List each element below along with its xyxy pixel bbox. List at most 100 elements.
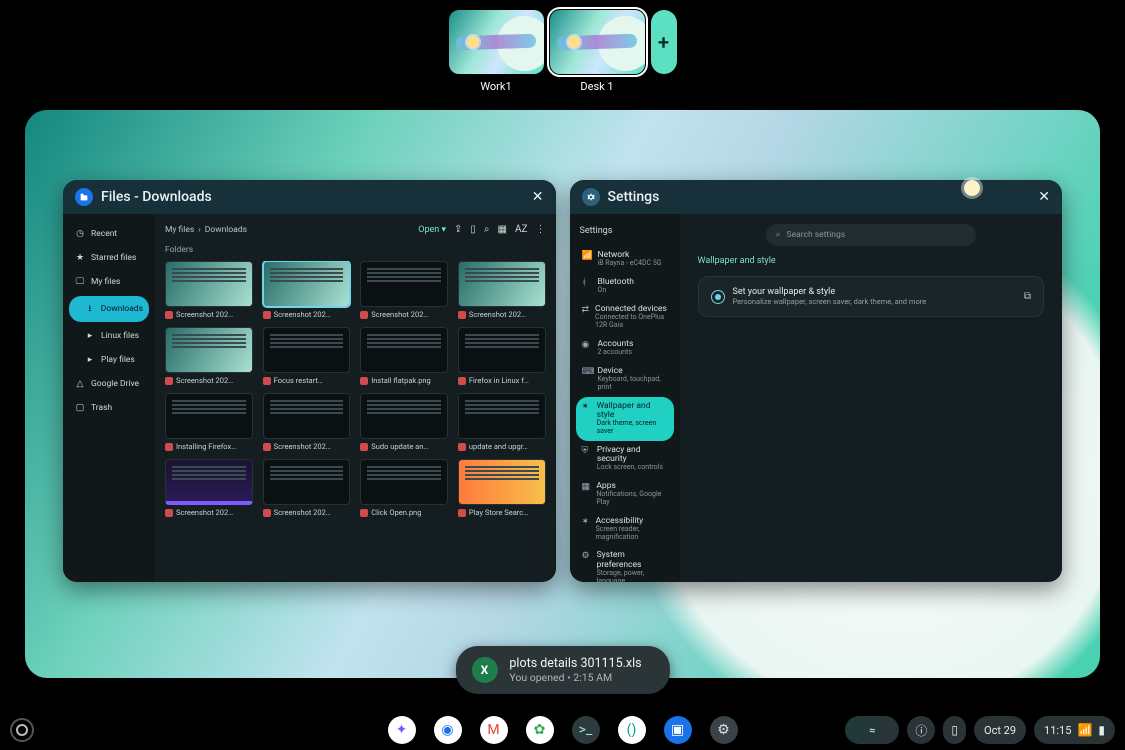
- terminal-icon[interactable]: >_: [572, 716, 600, 744]
- settings-item-system-preferences[interactable]: ⚙System preferencesStorage, power, langu…: [576, 546, 674, 582]
- sidebar-item-downloads[interactable]: ⭳Downloads: [69, 296, 149, 322]
- settings-item-sub: On: [598, 287, 634, 295]
- settings-item-privacy-and-security[interactable]: ⛨Privacy and securityLock screen, contro…: [576, 441, 674, 477]
- file-thumbnail: [458, 459, 546, 505]
- tray-info[interactable]: ⓘ: [907, 716, 935, 744]
- sidebar-item-recent[interactable]: ◷Recent: [69, 224, 149, 244]
- desk-thumb-1[interactable]: [550, 10, 645, 74]
- toast-filename: plots details 301115.xls: [509, 656, 641, 671]
- file-item[interactable]: Firefox in Linux f…: [458, 327, 546, 385]
- overview-workspace: Files - Downloads ✕ ◷Recent ★Starred file…: [25, 110, 1100, 678]
- external-icon: ⧉: [1024, 291, 1031, 302]
- search-icon[interactable]: ⌕: [484, 224, 490, 235]
- devices-icon: ⇄: [582, 305, 590, 330]
- chrome-icon[interactable]: ◉: [434, 716, 462, 744]
- sort-icon[interactable]: AZ: [515, 224, 528, 235]
- window-header[interactable]: Files - Downloads ✕: [63, 180, 556, 214]
- new-desk-button[interactable]: +: [651, 10, 677, 74]
- files-window[interactable]: Files - Downloads ✕ ◷Recent ★Starred file…: [63, 180, 556, 582]
- file-thumbnail: [360, 459, 448, 505]
- open-button[interactable]: Open ▾: [418, 225, 446, 235]
- settings-item-wallpaper-and-style[interactable]: ✴Wallpaper and styleDark theme, screen s…: [576, 397, 674, 441]
- close-icon[interactable]: ✕: [532, 189, 544, 205]
- image-icon: [360, 377, 368, 385]
- settings-item-device[interactable]: ⌨DeviceKeyboard, touchpad, print: [576, 362, 674, 397]
- photos-icon[interactable]: ✿: [526, 716, 554, 744]
- search-input[interactable]: ⌕ Search settings: [766, 224, 976, 246]
- settings-main: ⌕ Search settings Wallpaper and style Se…: [680, 214, 1063, 582]
- sidebar-item-my-files[interactable]: 🖵My files: [69, 272, 149, 292]
- launcher-button[interactable]: [10, 718, 34, 742]
- close-icon[interactable]: ✕: [1038, 189, 1050, 205]
- tray-phone[interactable]: ▯: [943, 716, 966, 744]
- file-label: Focus restart…: [274, 376, 323, 385]
- settings-icon[interactable]: ⚙: [710, 716, 738, 744]
- battery-icon: ▮: [1098, 723, 1105, 737]
- breadcrumb-root[interactable]: My files: [165, 225, 194, 235]
- sidebar-item-starred-files[interactable]: ★Starred files: [69, 248, 149, 268]
- settings-item-sub: Keyboard, touchpad, print: [598, 376, 668, 391]
- tray-date[interactable]: Oct 29: [974, 716, 1026, 744]
- file-item[interactable]: Installing Firefox…: [165, 393, 253, 451]
- settings-item-accessibility[interactable]: ✶AccessibilityScreen reader, magnificati…: [576, 512, 674, 547]
- keyboard-icon: ⌨: [582, 367, 592, 392]
- quick-settings-wallpaper[interactable]: ≈: [845, 716, 899, 744]
- settings-window[interactable]: Settings ✕ Settings 📶NetworkiB Rayna - e…: [570, 180, 1063, 582]
- spreadsheet-icon: X: [471, 657, 497, 683]
- settings-icon: [582, 188, 600, 206]
- sidebar-item-google-drive[interactable]: △Google Drive: [69, 374, 149, 394]
- linux-icon[interactable]: (): [618, 716, 646, 744]
- file-item[interactable]: Screenshot 202…: [165, 459, 253, 517]
- settings-item-apps[interactable]: ▦AppsNotifications, Google Play: [576, 477, 674, 512]
- sidebar-item-label: Trash: [91, 403, 112, 413]
- settings-item-connected-devices[interactable]: ⇄Connected devicesConnected to OnePlus 1…: [576, 300, 674, 335]
- files-icon[interactable]: ▣: [664, 716, 692, 744]
- sidebar-item-trash[interactable]: ▢Trash: [69, 398, 149, 418]
- settings-item-label: Wallpaper and style: [597, 402, 668, 421]
- settings-item-network[interactable]: 📶NetworkiB Rayna - eC4DC 5G: [576, 246, 674, 273]
- gmail-icon[interactable]: M: [480, 716, 508, 744]
- file-item[interactable]: Screenshot 202…: [263, 393, 351, 451]
- desk-label-1[interactable]: Desk 1: [550, 80, 645, 93]
- wallpaper-card[interactable]: Set your wallpaper & style Personalize w…: [698, 276, 1045, 317]
- clock-icon: ◷: [75, 229, 85, 239]
- file-item[interactable]: Screenshot 202…: [263, 261, 351, 319]
- section-title: Wallpaper and style: [698, 256, 1045, 266]
- file-item[interactable]: Install flatpak.png: [360, 327, 448, 385]
- file-item[interactable]: Sudo update an…: [360, 393, 448, 451]
- share-icon[interactable]: ⇪: [454, 224, 462, 235]
- file-item[interactable]: Screenshot 202…: [165, 261, 253, 319]
- sidebar-item-play-files[interactable]: ▸Play files: [69, 350, 149, 370]
- file-item[interactable]: Play Store Searc…: [458, 459, 546, 517]
- file-thumbnail: [458, 393, 546, 439]
- file-item[interactable]: Screenshot 202…: [165, 327, 253, 385]
- breadcrumb[interactable]: My files › Downloads: [165, 225, 410, 235]
- desk-label-0[interactable]: Work1: [449, 80, 544, 93]
- gemini-icon[interactable]: ✦: [388, 716, 416, 744]
- grid-icon[interactable]: ▦: [498, 224, 507, 235]
- sidebar-item-linux-files[interactable]: ▸Linux files: [69, 326, 149, 346]
- file-item[interactable]: Click Open.png: [360, 459, 448, 517]
- image-icon: [360, 311, 368, 319]
- breadcrumb-sep: ›: [198, 225, 201, 235]
- file-item[interactable]: Screenshot 202…: [360, 261, 448, 319]
- files-sidebar: ◷Recent ★Starred files 🖵My files ⭳Downloads…: [63, 214, 155, 582]
- window-title: Files - Downloads: [101, 189, 524, 205]
- settings-sidebar: Settings 📶NetworkiB Rayna - eC4DC 5GᚼBlu…: [570, 214, 680, 582]
- tray-time-status[interactable]: 11:15 📶 ▮: [1034, 716, 1115, 744]
- card-subtitle: Personalize wallpaper, screen saver, dar…: [733, 297, 1016, 306]
- window-header[interactable]: Settings ✕: [570, 180, 1063, 214]
- more-icon[interactable]: ⋮: [536, 224, 546, 235]
- file-item[interactable]: update and upgr…: [458, 393, 546, 451]
- image-icon: [165, 311, 173, 319]
- settings-item-accounts[interactable]: ◉Accounts2 accounts: [576, 335, 674, 362]
- recent-file-toast[interactable]: X plots details 301115.xls You opened • …: [455, 646, 669, 694]
- desk-thumb-0[interactable]: [449, 10, 544, 74]
- breadcrumb-current[interactable]: Downloads: [205, 225, 247, 235]
- file-item[interactable]: Focus restart…: [263, 327, 351, 385]
- settings-item-bluetooth[interactable]: ᚼBluetoothOn: [576, 273, 674, 300]
- phone-icon[interactable]: ▯: [470, 224, 476, 235]
- file-item[interactable]: Screenshot 202…: [263, 459, 351, 517]
- file-item[interactable]: Screenshot 202…: [458, 261, 546, 319]
- palette-icon: [711, 290, 725, 304]
